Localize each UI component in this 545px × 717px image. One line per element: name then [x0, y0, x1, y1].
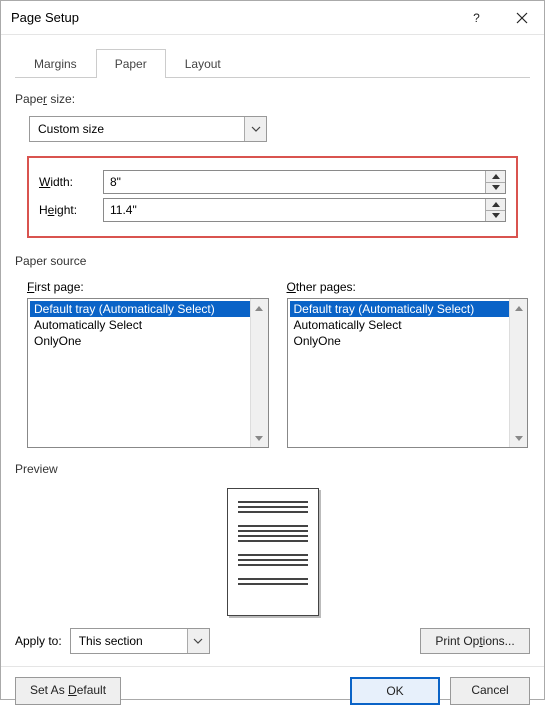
chevron-down-icon [187, 629, 209, 653]
titlebar: Page Setup ? [1, 1, 544, 35]
list-item[interactable]: OnlyOne [30, 333, 266, 349]
height-down-button[interactable] [486, 211, 505, 222]
page-preview [227, 488, 319, 616]
list-item[interactable]: Default tray (Automatically Select) [290, 301, 526, 317]
scrollbar[interactable] [509, 299, 527, 447]
first-page-label: First page: [27, 280, 269, 294]
dimensions-highlight: Width: 8" Height: 11.4" [27, 156, 518, 238]
width-value: 8" [104, 171, 485, 193]
scrollbar[interactable] [250, 299, 268, 447]
tab-margins[interactable]: Margins [15, 49, 96, 78]
set-default-button[interactable]: Set As Default [15, 677, 121, 705]
paper-size-value: Custom size [30, 122, 244, 136]
list-item[interactable]: OnlyOne [290, 333, 526, 349]
scroll-down-icon[interactable] [510, 429, 527, 447]
ok-button[interactable]: OK [350, 677, 440, 705]
tab-layout[interactable]: Layout [166, 49, 240, 78]
close-icon [516, 12, 528, 24]
height-label: Height: [39, 203, 95, 217]
height-up-button[interactable] [486, 199, 505, 211]
other-pages-label: Other pages: [287, 280, 529, 294]
triangle-down-icon [492, 185, 500, 190]
print-options-button[interactable]: Print Options... [420, 628, 530, 654]
preview-label: Preview [15, 462, 530, 476]
width-up-button[interactable] [486, 171, 505, 183]
apply-to-select[interactable]: This section [70, 628, 210, 654]
help-button[interactable]: ? [454, 1, 499, 35]
apply-to-value: This section [71, 634, 187, 648]
triangle-up-icon [492, 174, 500, 179]
chevron-down-icon [244, 117, 266, 141]
paper-size-label: Paper size: [15, 92, 530, 106]
scroll-up-icon[interactable] [251, 299, 268, 317]
width-label: Width: [39, 175, 95, 189]
width-down-button[interactable] [486, 183, 505, 194]
scroll-up-icon[interactable] [510, 299, 527, 317]
scroll-down-icon[interactable] [251, 429, 268, 447]
other-pages-listbox[interactable]: Default tray (Automatically Select) Auto… [287, 298, 529, 448]
triangle-down-icon [492, 213, 500, 218]
tabs: Margins Paper Layout [15, 49, 530, 78]
dialog-footer: Set As Default OK Cancel [1, 666, 544, 717]
apply-to-label: Apply to: [15, 634, 62, 648]
page-setup-dialog: Page Setup ? Margins Paper Layout Paper … [0, 0, 545, 700]
first-page-listbox[interactable]: Default tray (Automatically Select) Auto… [27, 298, 269, 448]
paper-source-label: Paper source [15, 254, 530, 268]
window-title: Page Setup [11, 10, 454, 25]
height-input[interactable]: 11.4" [103, 198, 506, 222]
list-item[interactable]: Automatically Select [30, 317, 266, 333]
tab-paper[interactable]: Paper [96, 49, 166, 78]
close-button[interactable] [499, 1, 544, 35]
list-item[interactable]: Automatically Select [290, 317, 526, 333]
paper-size-select[interactable]: Custom size [29, 116, 267, 142]
height-value: 11.4" [104, 199, 485, 221]
cancel-button[interactable]: Cancel [450, 677, 530, 705]
width-input[interactable]: 8" [103, 170, 506, 194]
triangle-up-icon [492, 202, 500, 207]
list-item[interactable]: Default tray (Automatically Select) [30, 301, 266, 317]
